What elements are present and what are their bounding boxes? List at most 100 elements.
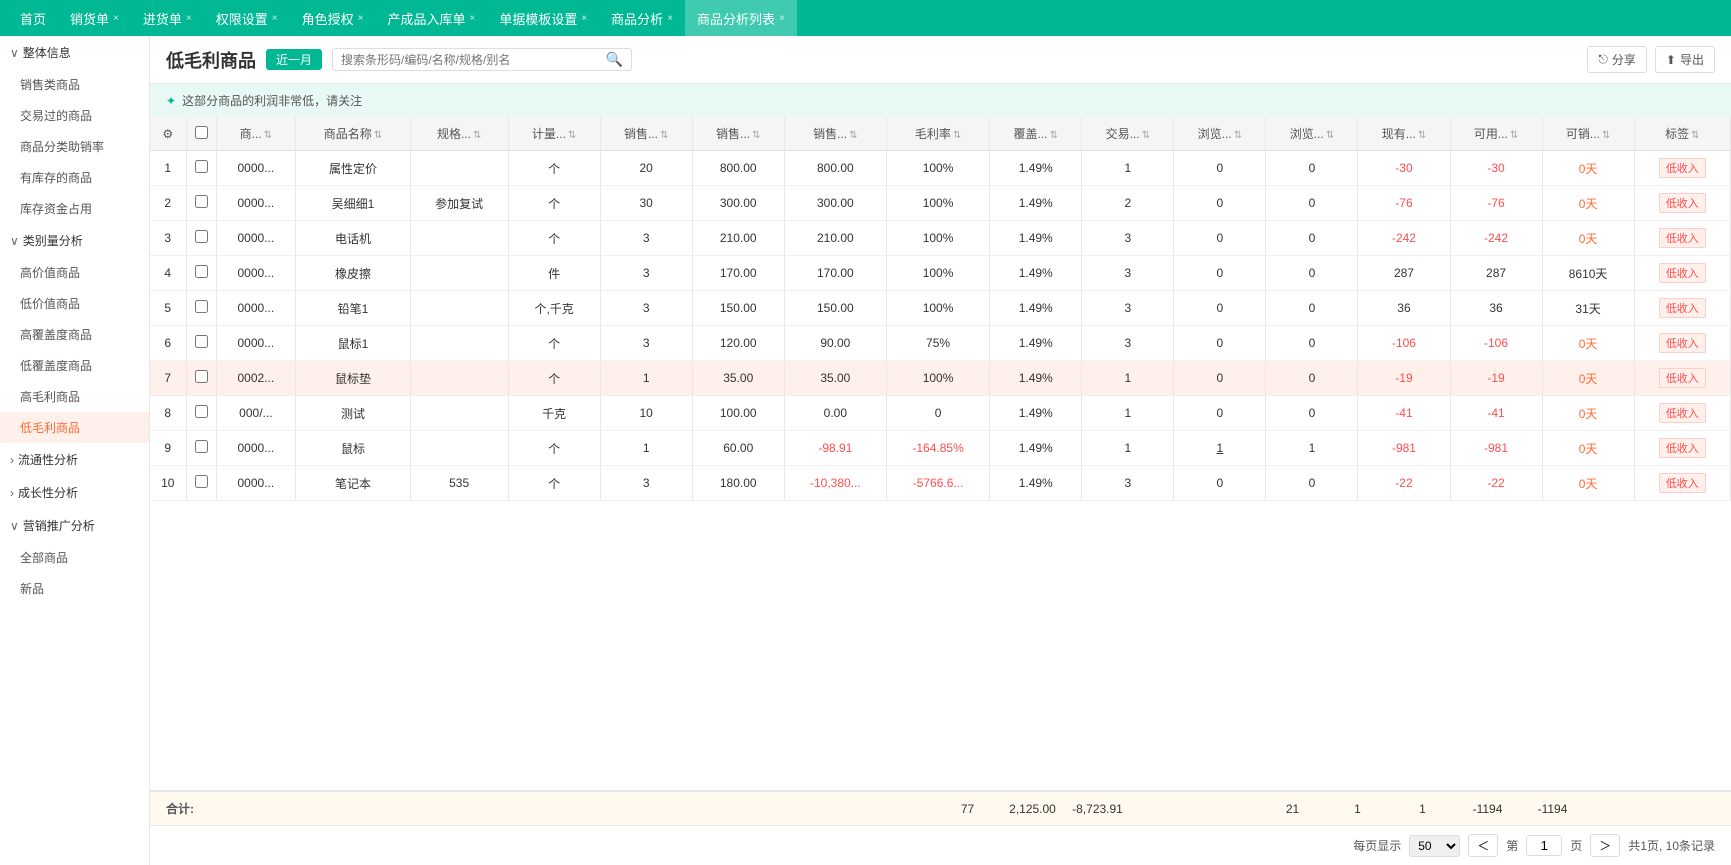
stock-cell: -41 — [1358, 396, 1450, 431]
col-header-sale-profit[interactable]: 销售...⇅ — [784, 117, 886, 151]
sidebar-item-new-products[interactable]: 新品 — [0, 573, 149, 604]
row-checkbox[interactable] — [195, 370, 208, 383]
col-header-sellable[interactable]: 可销...⇅ — [1542, 117, 1634, 151]
sidebar-item-capital-usage[interactable]: 库存资金占用 — [0, 193, 149, 224]
col-header-stock[interactable]: 现有...⇅ — [1358, 117, 1450, 151]
col-header-check[interactable] — [186, 117, 216, 151]
row-checkbox[interactable] — [195, 265, 208, 278]
next-page-button[interactable]: ＞ — [1590, 834, 1620, 857]
sale-profit-cell: -98.91 — [784, 431, 886, 466]
nav-purchase[interactable]: 进货单 × — [131, 0, 204, 36]
row-checkbox[interactable] — [195, 440, 208, 453]
export-button[interactable]: ⬆ 导出 — [1655, 46, 1715, 73]
close-icon[interactable]: × — [272, 13, 278, 24]
nav-product-analysis-list[interactable]: 商品分析列表 × — [685, 0, 797, 36]
row-checkbox[interactable] — [195, 195, 208, 208]
name-cell: 笔记本 — [296, 466, 411, 501]
sale-price-cell: 120.00 — [692, 326, 784, 361]
col-header-name[interactable]: 商品名称⇅ — [296, 117, 411, 151]
sidebar-item-stocked-products[interactable]: 有库存的商品 — [0, 162, 149, 193]
close-icon[interactable]: × — [779, 13, 785, 24]
nav-product-in[interactable]: 产成品入库单 × — [375, 0, 487, 36]
sidebar-item-high-value[interactable]: 高价值商品 — [0, 257, 149, 288]
nav-permissions[interactable]: 权限设置 × — [204, 0, 290, 36]
close-icon[interactable]: × — [667, 13, 673, 24]
close-icon[interactable]: × — [186, 13, 192, 24]
nav-role-auth[interactable]: 角色授权 × — [290, 0, 376, 36]
row-checkbox[interactable] — [195, 300, 208, 313]
browse1-cell: 1 — [1174, 431, 1266, 466]
share-icon: ⎋ — [1598, 52, 1608, 67]
check-cell[interactable] — [186, 151, 216, 186]
search-input[interactable] — [341, 53, 606, 67]
close-icon[interactable]: × — [358, 13, 364, 24]
sidebar-group-growth[interactable]: › 成长性分析 — [0, 476, 149, 509]
sidebar-group-flow[interactable]: › 流通性分析 — [0, 443, 149, 476]
check-cell[interactable] — [186, 431, 216, 466]
sidebar-item-low-margin[interactable]: 低毛利商品 — [0, 412, 149, 443]
check-cell[interactable] — [186, 221, 216, 256]
settings-icon[interactable]: ⚙ — [162, 127, 173, 141]
search-icon[interactable]: 🔍 — [606, 51, 623, 68]
row-checkbox[interactable] — [195, 475, 208, 488]
col-header-browse2[interactable]: 浏览...⇅ — [1266, 117, 1358, 151]
page-unit: 页 — [1570, 837, 1582, 854]
col-header-avail[interactable]: 可用...⇅ — [1450, 117, 1542, 151]
col-header-coverage[interactable]: 覆盖...⇅ — [990, 117, 1082, 151]
row-checkbox[interactable] — [195, 405, 208, 418]
col-header-code[interactable]: 商...⇅ — [216, 117, 296, 151]
row-checkbox[interactable] — [195, 160, 208, 173]
sidebar-group-category[interactable]: ∨ 类别量分析 — [0, 224, 149, 257]
table-wrapper[interactable]: ⚙ 商...⇅ 商品名称⇅ 规格...⇅ 计量...⇅ 销售...⇅ 销售...… — [150, 117, 1731, 790]
period-button[interactable]: 近一月 — [266, 49, 322, 70]
check-cell[interactable] — [186, 186, 216, 221]
share-button[interactable]: ⎋ 分享 — [1587, 46, 1647, 73]
col-header-sale-price[interactable]: 销售...⇅ — [692, 117, 784, 151]
check-cell[interactable] — [186, 466, 216, 501]
col-header-sale-qty[interactable]: 销售...⇅ — [600, 117, 692, 151]
check-cell[interactable] — [186, 256, 216, 291]
col-header-unit[interactable]: 计量...⇅ — [508, 117, 600, 151]
row-checkbox[interactable] — [195, 335, 208, 348]
check-cell[interactable] — [186, 326, 216, 361]
nav-template[interactable]: 单据模板设置 × — [487, 0, 599, 36]
tag-cell: 低收入 — [1634, 186, 1730, 221]
deal-cell: 1 — [1082, 361, 1174, 396]
close-icon[interactable]: × — [581, 13, 587, 24]
seq-cell: 8 — [150, 396, 186, 431]
nav-home[interactable]: 首页 — [8, 0, 58, 36]
page-size-select[interactable]: 50 100 200 — [1409, 835, 1460, 857]
close-icon[interactable]: × — [113, 13, 119, 24]
col-header-deal[interactable]: 交易...⇅ — [1082, 117, 1174, 151]
select-all-checkbox[interactable] — [195, 126, 208, 139]
prev-page-button[interactable]: ＜ — [1468, 834, 1498, 857]
col-header-spec[interactable]: 规格...⇅ — [410, 117, 508, 151]
unit-cell: 个 — [508, 466, 600, 501]
page-number-input[interactable] — [1526, 835, 1562, 856]
sidebar-group-marketing[interactable]: ∨ 营销推广分析 — [0, 509, 149, 542]
check-cell[interactable] — [186, 291, 216, 326]
tag-cell: 低收入 — [1634, 326, 1730, 361]
sidebar-item-traded-products[interactable]: 交易过的商品 — [0, 100, 149, 131]
col-header-browse1[interactable]: 浏览...⇅ — [1174, 117, 1266, 151]
tag-cell: 低收入 — [1634, 431, 1730, 466]
col-header-tag[interactable]: 标签⇅ — [1634, 117, 1730, 151]
sidebar-item-low-value[interactable]: 低价值商品 — [0, 288, 149, 319]
nav-product-analysis[interactable]: 商品分析 × — [599, 0, 685, 36]
sidebar-item-high-coverage[interactable]: 高覆盖度商品 — [0, 319, 149, 350]
close-icon[interactable]: × — [469, 13, 475, 24]
sidebar-item-low-coverage[interactable]: 低覆盖度商品 — [0, 350, 149, 381]
sidebar-item-category-rate[interactable]: 商品分类助销率 — [0, 131, 149, 162]
sidebar-item-high-margin[interactable]: 高毛利商品 — [0, 381, 149, 412]
sidebar-item-sales-products[interactable]: 销售类商品 — [0, 69, 149, 100]
seq-cell: 3 — [150, 221, 186, 256]
check-cell[interactable] — [186, 361, 216, 396]
row-checkbox[interactable] — [195, 230, 208, 243]
sidebar-group-overall[interactable]: ∨ 整体信息 — [0, 36, 149, 69]
nav-sales[interactable]: 销货单 × — [58, 0, 131, 36]
check-cell[interactable] — [186, 396, 216, 431]
table-header-row: ⚙ 商...⇅ 商品名称⇅ 规格...⇅ 计量...⇅ 销售...⇅ 销售...… — [150, 117, 1731, 151]
sidebar-item-all-products[interactable]: 全部商品 — [0, 542, 149, 573]
col-header-gross-rate[interactable]: 毛利率⇅ — [886, 117, 989, 151]
col-header-settings[interactable]: ⚙ — [150, 117, 186, 151]
